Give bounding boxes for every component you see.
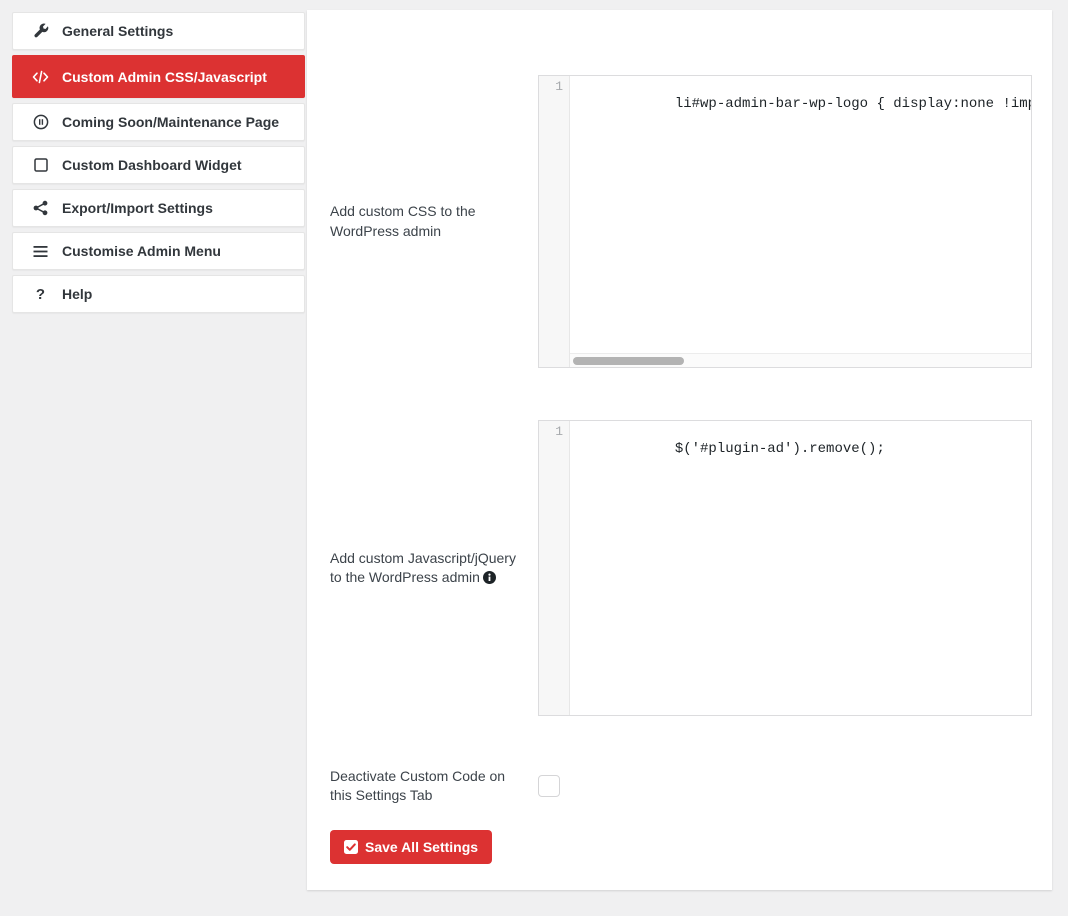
question-mark-icon: ? bbox=[35, 285, 46, 303]
sidebar-item-help[interactable]: ? Help bbox=[12, 275, 305, 313]
deactivate-custom-code-row: Deactivate Custom Code on this Settings … bbox=[330, 767, 1032, 805]
deactivate-custom-code-label: Deactivate Custom Code on this Settings … bbox=[330, 768, 506, 804]
pause-circle-icon bbox=[32, 114, 49, 131]
line-number: 1 bbox=[555, 79, 563, 94]
deactivate-custom-code-checkbox[interactable] bbox=[538, 775, 560, 798]
sidebar-item-label: Custom Admin CSS/Javascript bbox=[62, 68, 267, 85]
custom-css-label: Add custom CSS to the WordPress admin bbox=[330, 203, 476, 239]
sidebar-item-general-settings[interactable]: General Settings bbox=[12, 12, 305, 50]
line-number: 1 bbox=[555, 424, 563, 439]
sidebar-item-label: Help bbox=[62, 286, 93, 302]
sidebar-item-label: General Settings bbox=[62, 23, 174, 39]
sidebar-item-custom-dashboard-widget[interactable]: Custom Dashboard Widget bbox=[12, 146, 305, 184]
custom-js-code[interactable]: $('#plugin-ad').remove(); bbox=[570, 421, 1031, 715]
square-outline-icon bbox=[32, 157, 49, 174]
sidebar-item-label: Coming Soon/Maintenance Page bbox=[62, 114, 280, 130]
sidebar-item-coming-soon-maintenance-page[interactable]: Coming Soon/Maintenance Page bbox=[12, 103, 305, 141]
settings-sidebar: General Settings Custom Admin CSS/Javasc… bbox=[12, 12, 305, 318]
custom-css-code[interactable]: li#wp-admin-bar-wp-logo { display:none !… bbox=[570, 76, 1031, 367]
horizontal-scrollbar bbox=[570, 353, 1031, 367]
custom-css-row: Add custom CSS to the WordPress admin 1 … bbox=[330, 75, 1032, 368]
custom-js-editor[interactable]: 1 $('#plugin-ad').remove(); bbox=[538, 420, 1032, 716]
sidebar-item-customise-admin-menu[interactable]: Customise Admin Menu bbox=[12, 232, 305, 270]
horizontal-scrollbar-thumb[interactable] bbox=[573, 357, 684, 365]
sidebar-item-label: Export/Import Settings bbox=[62, 200, 213, 216]
info-icon[interactable] bbox=[482, 571, 496, 584]
custom-js-row: Add custom Javascript/jQuery to the Word… bbox=[330, 420, 1032, 716]
menu-bars-icon bbox=[32, 243, 49, 260]
line-number-gutter: 1 bbox=[539, 421, 570, 715]
custom-js-label: Add custom Javascript/jQuery to the Word… bbox=[330, 549, 516, 585]
code-icon bbox=[32, 68, 49, 85]
sidebar-item-export-import-settings[interactable]: Export/Import Settings bbox=[12, 189, 305, 227]
save-button-label: Save All Settings bbox=[365, 839, 479, 856]
wrench-icon bbox=[32, 23, 49, 40]
custom-css-editor[interactable]: 1 li#wp-admin-bar-wp-logo { display:none… bbox=[538, 75, 1032, 368]
sidebar-item-custom-admin-css-javascript[interactable]: Custom Admin CSS/Javascript bbox=[12, 55, 305, 98]
sidebar-item-label: Customise Admin Menu bbox=[62, 243, 221, 259]
save-all-settings-button[interactable]: Save All Settings bbox=[330, 830, 493, 865]
check-square-icon bbox=[344, 840, 358, 855]
share-icon bbox=[32, 200, 49, 217]
line-number-gutter: 1 bbox=[539, 76, 570, 367]
sidebar-item-label: Custom Dashboard Widget bbox=[62, 157, 242, 173]
settings-panel: Add custom CSS to the WordPress admin 1 … bbox=[307, 10, 1052, 890]
